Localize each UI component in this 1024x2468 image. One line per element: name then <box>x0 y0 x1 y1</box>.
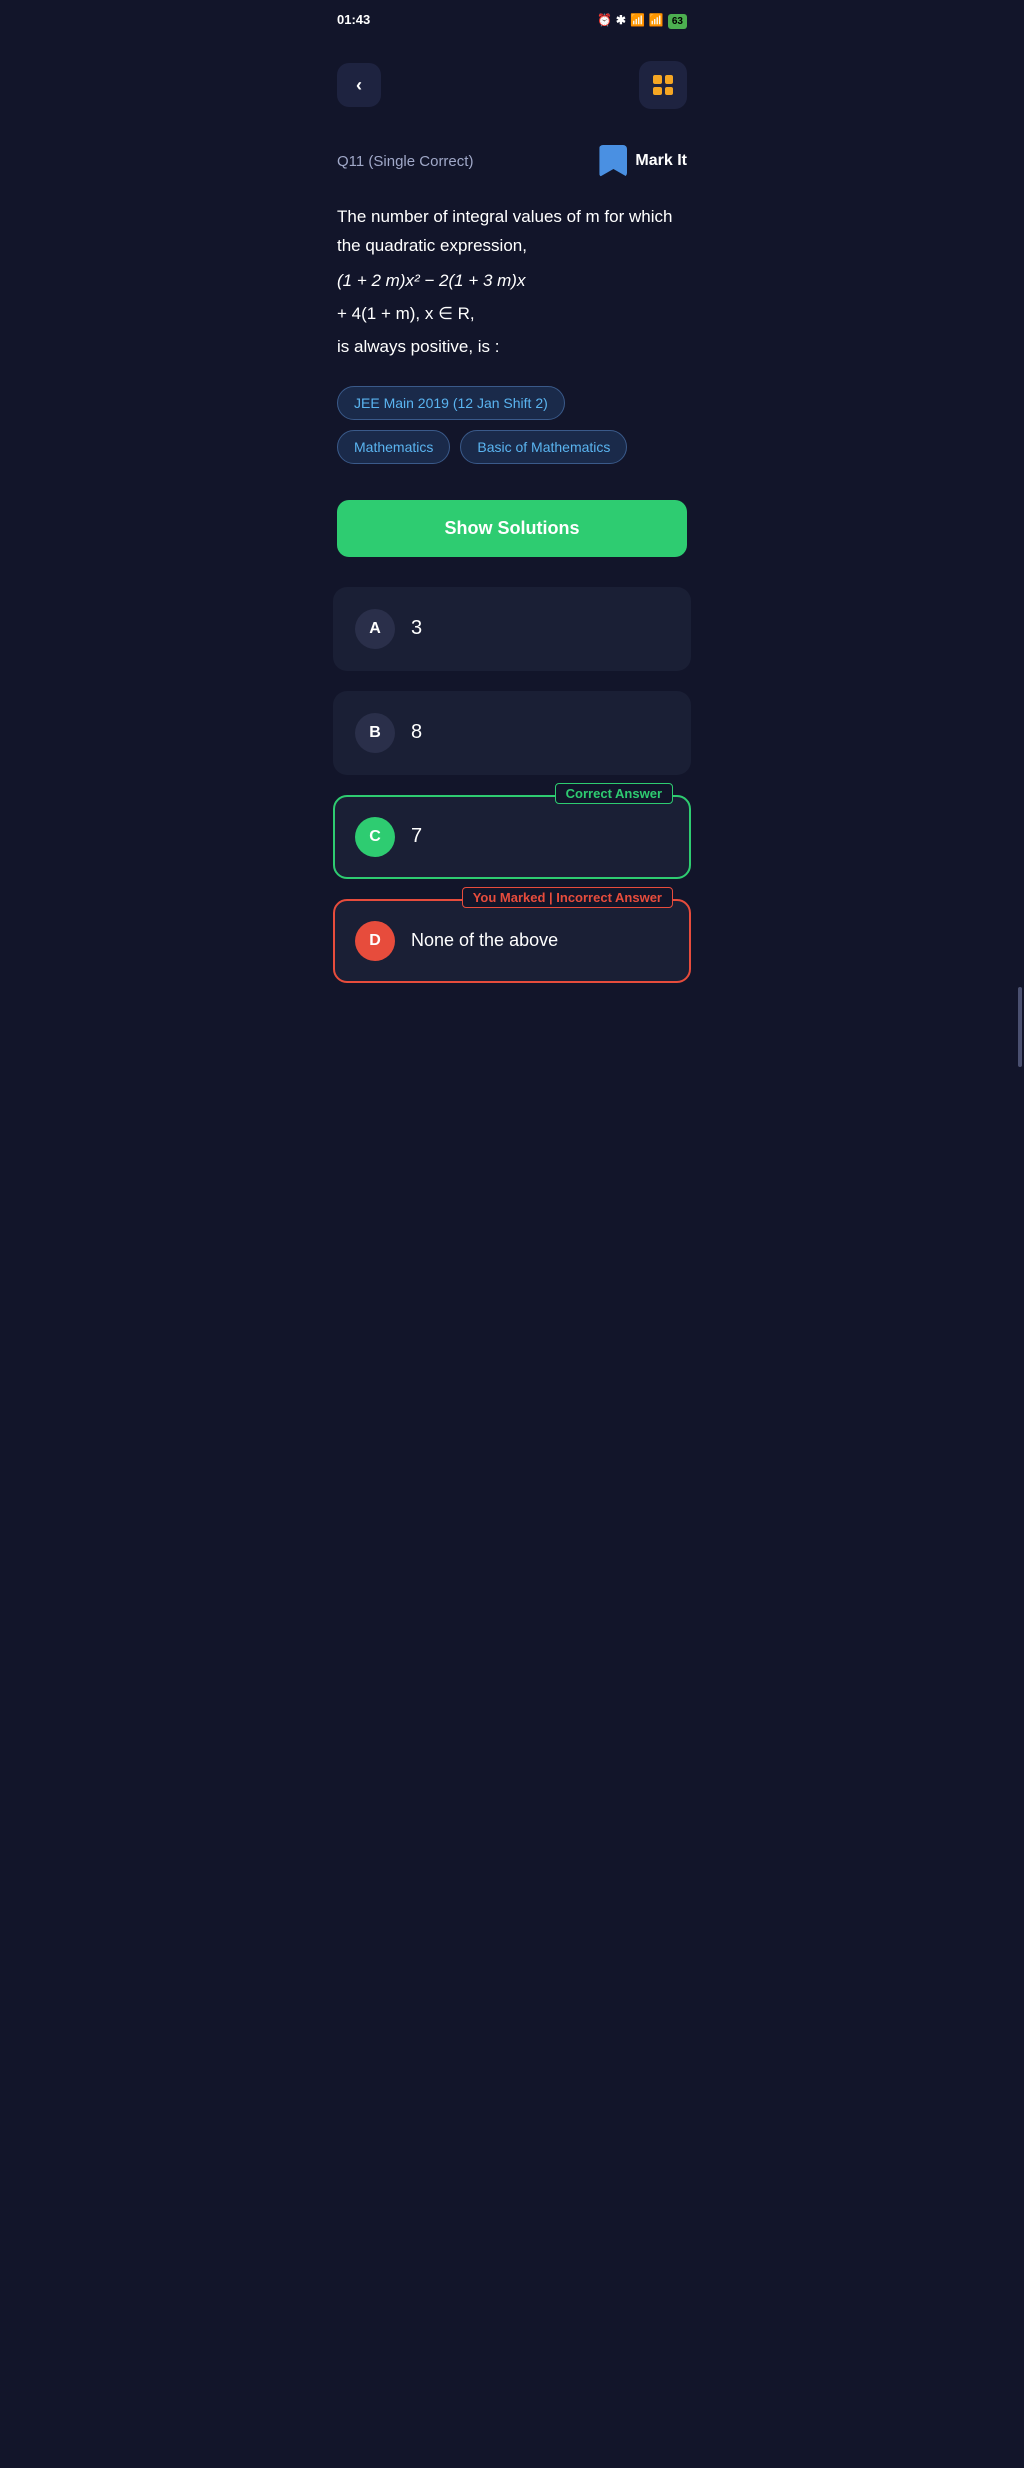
options-section: A 3 B 8 Correct Answer C 7 You Marked | … <box>317 587 707 1003</box>
top-bar: ‹ <box>317 45 707 125</box>
option-c-card[interactable]: Correct Answer C 7 <box>333 795 691 879</box>
show-solutions-button[interactable]: Show Solutions <box>337 500 687 557</box>
option-b-value: 8 <box>411 721 422 744</box>
option-b-circle: B <box>355 713 395 753</box>
mark-it-button[interactable]: Mark It <box>599 145 687 177</box>
exam-tag[interactable]: JEE Main 2019 (12 Jan Shift 2) <box>337 386 565 420</box>
wifi-icon: 📶 <box>630 13 645 27</box>
incorrect-answer-badge: You Marked | Incorrect Answer <box>462 887 673 908</box>
battery-icon: 63 <box>668 13 687 27</box>
question-text-3: is always positive, is : <box>337 333 687 362</box>
option-d-card[interactable]: You Marked | Incorrect Answer D None of … <box>333 899 691 983</box>
option-a-value: 3 <box>411 617 422 640</box>
signal-icon: 📶 <box>649 13 664 27</box>
bluetooth-icon: ✱ <box>616 13 626 27</box>
question-body: The number of integral values of m for w… <box>317 187 707 386</box>
option-d-circle: D <box>355 921 395 961</box>
correct-answer-badge: Correct Answer <box>555 783 673 804</box>
back-arrow-icon: ‹ <box>356 75 362 96</box>
option-b-card[interactable]: B 8 <box>333 691 691 775</box>
question-text-2: + 4(1 + m), x ∈ R, <box>337 300 687 329</box>
option-c-circle: C <box>355 817 395 857</box>
back-button[interactable]: ‹ <box>337 63 381 107</box>
question-math-1: (1 + 2 m)x² − 2(1 + 3 m)x <box>337 267 687 294</box>
time: 01:43 <box>337 12 370 27</box>
subject-tag[interactable]: Mathematics <box>337 430 450 464</box>
option-a-circle: A <box>355 609 395 649</box>
tags-section: JEE Main 2019 (12 Jan Shift 2) Mathemati… <box>317 386 707 480</box>
option-a-card[interactable]: A 3 <box>333 587 691 671</box>
option-c-value: 7 <box>411 825 422 848</box>
question-header: Q11 (Single Correct) Mark It <box>317 125 707 187</box>
question-text-1: The number of integral values of m for w… <box>337 203 687 261</box>
question-type: Q11 (Single Correct) <box>337 153 473 170</box>
status-icons: ⏰ ✱ 📶 📶 63 <box>597 13 687 27</box>
topic-tag[interactable]: Basic of Mathematics <box>460 430 627 464</box>
status-bar: 01:43 ⏰ ✱ 📶 📶 63 <box>317 0 707 35</box>
tag-row-subject: Mathematics Basic of Mathematics <box>337 430 687 464</box>
scrollbar[interactable] <box>1018 987 1022 1067</box>
grid-icon <box>653 75 673 95</box>
option-d-value: None of the above <box>411 930 558 951</box>
mark-it-label: Mark It <box>635 152 687 170</box>
tag-row-exam: JEE Main 2019 (12 Jan Shift 2) <box>337 386 687 420</box>
alarm-icon: ⏰ <box>597 13 612 27</box>
bookmark-icon <box>599 145 627 177</box>
grid-button[interactable] <box>639 61 687 109</box>
